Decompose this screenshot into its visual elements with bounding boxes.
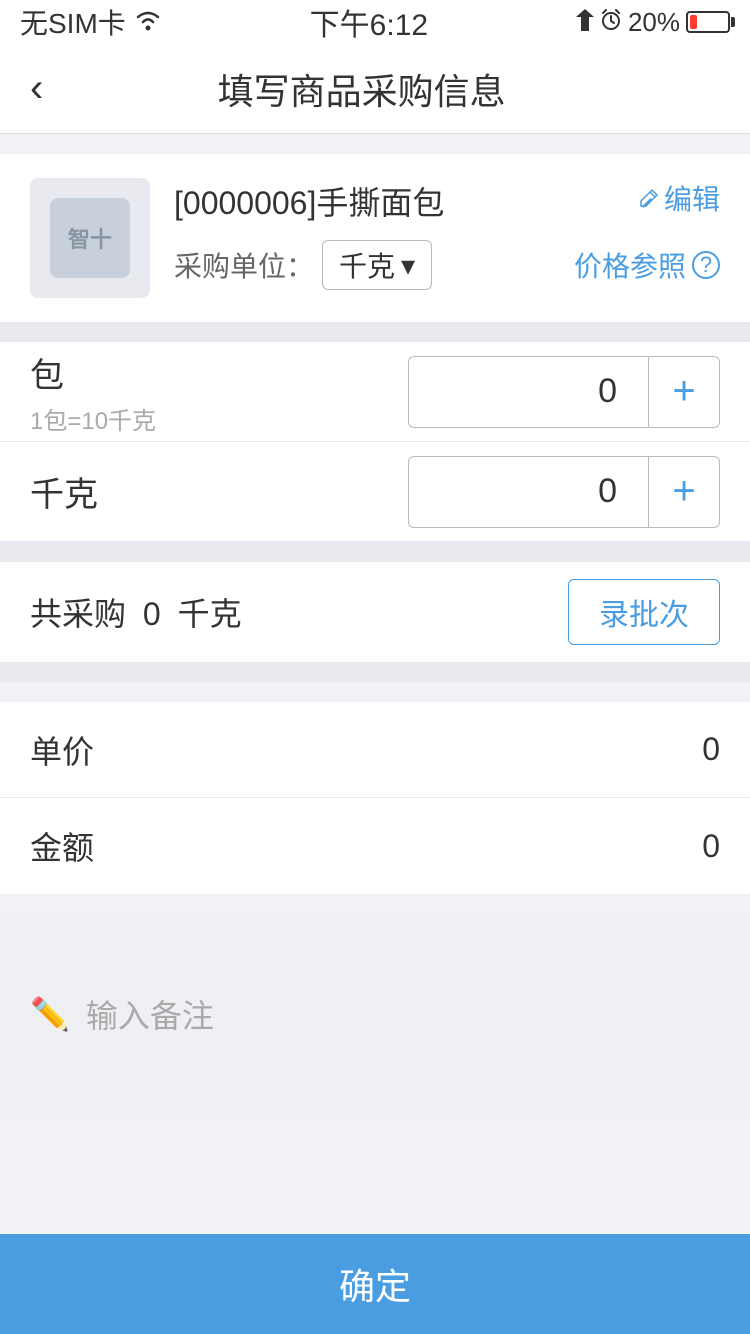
kg-label-group: 千克 [30,467,210,516]
nav-bar: ‹ 填写商品采购信息 [0,44,750,134]
battery-label: 20% [628,7,680,38]
total-prefix: 共采购 [30,596,126,632]
section-divider-2 [0,542,750,562]
kg-label: 千克 [30,467,210,516]
location-icon [576,7,594,38]
product-info: [0000006]手撕面包 编辑 采购单位： 千克 ▾ 价格参照 ? [174,178,720,290]
carrier-text: 无SIM卡 [20,2,126,42]
product-logo: 智十 [50,198,130,278]
total-unit: 千克 [178,596,242,632]
product-header: [0000006]手撕面包 编辑 [174,178,720,224]
wifi-icon [134,6,162,38]
record-batch-button[interactable]: 录批次 [568,579,720,645]
unit-price-value: 0 [702,731,720,768]
alarm-icon [600,7,622,38]
edit-button[interactable]: 编辑 [638,178,720,218]
bag-label: 包 [30,348,210,397]
total-amount: 0 [143,596,161,632]
edit-label: 编辑 [664,178,720,218]
bag-sub-label: 1包=10千克 [30,401,210,436]
kg-input-row: 千克 + [0,442,750,542]
total-label: 共采购 0 千克 [30,589,242,635]
price-ref-button[interactable]: 价格参照 ? [574,245,720,285]
back-button[interactable]: ‹ [30,66,43,111]
bag-input[interactable] [408,356,648,428]
input-section: 包 1包=10千克 + 千克 + [0,342,750,542]
section-divider-3 [0,662,750,682]
dropdown-icon: ▾ [401,249,415,282]
unit-price-row: 单价 0 [0,702,750,798]
notes-section[interactable]: ✏️ 输入备注 [0,914,750,1114]
kg-field-group: + [210,456,720,528]
total-row: 共采购 0 千克 录批次 [0,562,750,662]
product-unit-row: 采购单位： 千克 ▾ 价格参照 ? [174,240,720,290]
notes-placeholder: 输入备注 [86,991,214,1037]
battery-fill [690,15,697,29]
section-divider-1 [0,322,750,342]
kg-plus-button[interactable]: + [648,456,720,528]
status-time: 下午6:12 [310,0,428,44]
price-section: 单价 0 金额 0 [0,702,750,894]
product-card: 智十 [0000006]手撕面包 编辑 采购单位： 千克 ▾ [0,154,750,322]
bag-field-group: + [210,356,720,428]
amount-label: 金额 [30,823,94,869]
status-bar: 无SIM卡 下午6:12 20% [0,0,750,44]
product-name: [0000006]手撕面包 [174,178,444,224]
battery-icon [686,11,730,33]
unit-value: 千克 [339,245,395,285]
kg-input[interactable] [408,456,648,528]
bottom-spacer [0,1114,750,1214]
amount-value: 0 [702,828,720,865]
amount-row: 金额 0 [0,798,750,894]
page-title: 填写商品采购信息 [63,63,660,115]
bag-label-group: 包 1包=10千克 [30,348,210,436]
confirm-button[interactable]: 确定 [0,1234,750,1334]
bag-input-row: 包 1包=10千克 + [0,342,750,442]
status-left: 无SIM卡 [20,2,162,42]
unit-select[interactable]: 千克 ▾ [322,240,432,290]
pencil-icon: ✏️ [30,995,70,1033]
help-icon: ? [692,251,720,279]
bag-plus-button[interactable]: + [648,356,720,428]
unit-price-label: 单价 [30,727,94,773]
price-ref-label: 价格参照 [574,245,686,285]
product-image: 智十 [30,178,150,298]
status-right: 20% [576,7,730,38]
unit-label: 采购单位： [174,245,314,285]
